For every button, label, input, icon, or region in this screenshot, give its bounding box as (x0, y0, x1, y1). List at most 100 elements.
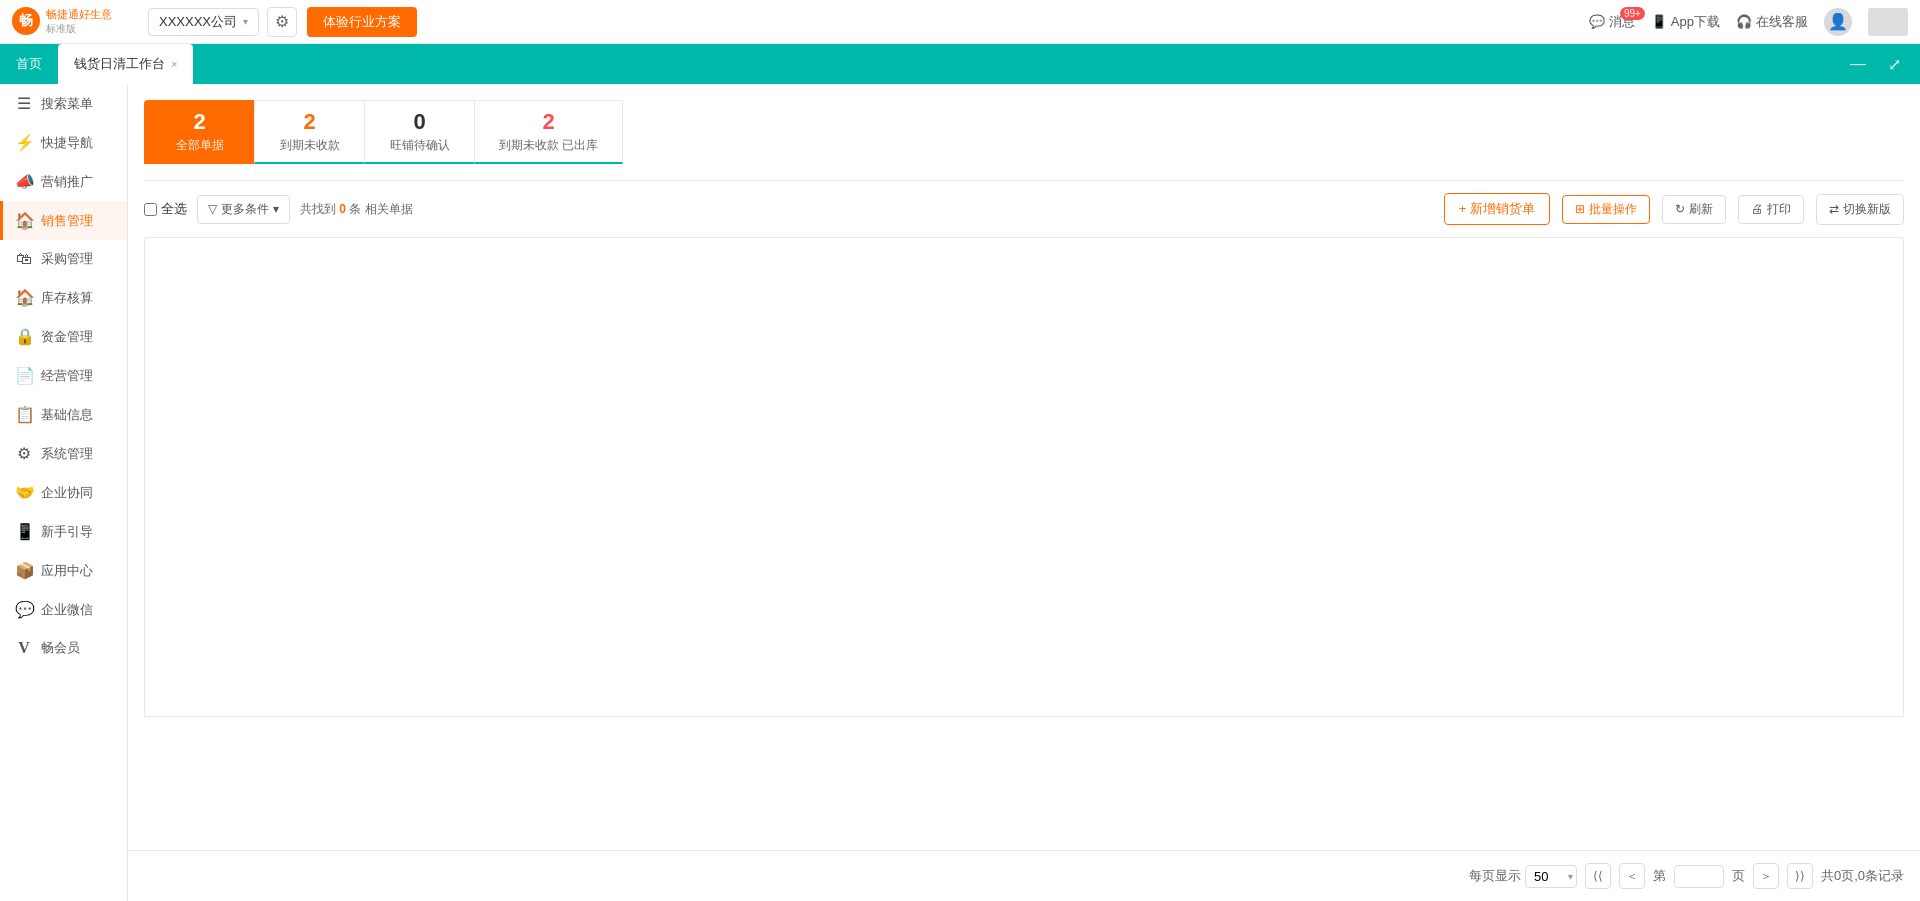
page-next-button[interactable]: ＞ (1753, 863, 1779, 889)
tab-home-label: 首页 (16, 55, 42, 73)
tab-right-actions: — ⤢ (1844, 50, 1920, 78)
select-all-checkbox[interactable]: 全选 (144, 200, 187, 218)
related-label: 相关单据 (365, 202, 413, 216)
status-tab-wangpu-count: 0 (413, 109, 425, 135)
toolbar-right: + 新增销货单 ⊞ 批量操作 ↻ 刷新 🖨 打印 ⇄ 切换新版 (1444, 193, 1904, 225)
filter-dropdown-icon: ▾ (273, 202, 279, 216)
finance-icon: 🔒 (15, 327, 33, 346)
select-all-input[interactable] (144, 203, 157, 216)
sidebar-label-basic-info: 基础信息 (41, 406, 93, 424)
sidebar-label-purchase: 采购管理 (41, 250, 93, 268)
sidebar-item-finance[interactable]: 🔒 资金管理 (0, 317, 127, 356)
company-name: XXXXXX公司 (159, 13, 237, 31)
settings-button[interactable]: ⚙ (267, 7, 297, 37)
sidebar-label-guide: 新手引导 (41, 523, 93, 541)
refresh-button[interactable]: ↻ 刷新 (1662, 195, 1726, 224)
sidebar-item-quick-nav[interactable]: ⚡ 快捷导航 (0, 123, 127, 162)
sidebar-item-purchase[interactable]: 🛍 采购管理 (0, 240, 127, 278)
tab-home[interactable]: 首页 (0, 44, 58, 84)
total-records-label: 共0页,0条记录 (1821, 867, 1904, 885)
select-all-label: 全选 (161, 200, 187, 218)
marketing-icon: 📣 (15, 172, 33, 191)
add-sale-button[interactable]: + 新增销货单 (1444, 193, 1550, 225)
sidebar-item-inventory[interactable]: 🏠 库存核算 (0, 278, 127, 317)
batch-operate-button[interactable]: ⊞ 批量操作 (1562, 195, 1650, 224)
filter-button[interactable]: ▽ 更多条件 ▾ (197, 195, 290, 224)
tab-qhrq[interactable]: 钱货日清工作台 × (58, 44, 193, 84)
status-tab-wangpu-label: 旺铺待确认 (390, 137, 450, 154)
toolbar-left: 全选 ▽ 更多条件 ▾ 共找到 0 条 相关单据 (144, 195, 1434, 224)
sidebar-label-finance: 资金管理 (41, 328, 93, 346)
sidebar-item-basic-info[interactable]: 📋 基础信息 (0, 395, 127, 434)
page-last-button[interactable]: ⟩⟩ (1787, 863, 1813, 889)
separator (144, 180, 1904, 181)
sidebar-item-search-menu[interactable]: ☰ 搜索菜单 (0, 84, 127, 123)
sidebar-label-member: 畅会员 (41, 639, 80, 657)
sidebar-item-enterprise-wechat[interactable]: 💬 企业微信 (0, 590, 127, 629)
per-page-label: 每页显示 (1469, 867, 1521, 885)
sidebar-item-cooperation[interactable]: 🤝 企业协同 (0, 473, 127, 512)
guide-icon: 📱 (15, 522, 33, 541)
online-service-button[interactable]: 🎧 在线客服 (1736, 13, 1808, 31)
message-badge: 99+ (1620, 7, 1645, 20)
switch-label: 切换新版 (1843, 201, 1891, 218)
app-download-button[interactable]: 📱 App下载 (1651, 13, 1720, 31)
header-right: 💬 消息 99+ 📱 App下载 🎧 在线客服 👤 (1589, 8, 1908, 36)
pagination-bar: 每页显示 50 100 200 ⟨⟨ ＜ 第 1 页 ＞ ⟩⟩ 共0页,0条记录 (128, 850, 1920, 901)
app-center-icon: 📦 (15, 561, 33, 580)
filter-label: 更多条件 (221, 201, 269, 218)
sidebar-item-guide[interactable]: 📱 新手引导 (0, 512, 127, 551)
per-page-select[interactable]: 50 100 200 (1525, 865, 1577, 888)
gear-icon: ⚙ (275, 12, 289, 31)
tab-minimize-button[interactable]: — (1844, 50, 1872, 78)
page-number-input[interactable]: 1 (1674, 865, 1724, 888)
print-icon: 🖨 (1751, 202, 1763, 216)
found-text: 共找到 0 条 相关单据 (300, 201, 413, 218)
member-icon: V (15, 639, 33, 657)
tab-close-icon[interactable]: × (171, 58, 177, 70)
sidebar-label-inventory: 库存核算 (41, 289, 93, 307)
status-tab-all[interactable]: 2 全部单据 (144, 100, 254, 164)
headset-icon: 🎧 (1736, 14, 1752, 29)
page-prev-button[interactable]: ＜ (1619, 863, 1645, 889)
experience-button[interactable]: 体验行业方案 (307, 7, 417, 37)
sidebar-item-sales[interactable]: 🏠 销售管理 (0, 201, 127, 240)
inventory-icon: 🏠 (15, 288, 33, 307)
sidebar-label-cooperation: 企业协同 (41, 484, 93, 502)
sidebar-item-app-center[interactable]: 📦 应用中心 (0, 551, 127, 590)
status-tab-overdue-label: 到期未收款 (280, 137, 340, 154)
status-tab-all-label: 全部单据 (176, 137, 224, 154)
page-prev-icon: ＜ (1626, 868, 1638, 885)
refresh-label: 刷新 (1689, 201, 1713, 218)
filter-icon: ▽ (208, 202, 217, 216)
basic-info-icon: 📋 (15, 405, 33, 424)
content-inner: 2 全部单据 2 到期未收款 0 旺铺待确认 2 到期未收款 已出库 全 (128, 84, 1920, 901)
print-button[interactable]: 🖨 打印 (1738, 195, 1804, 224)
status-tab-shipped-label: 到期未收款 已出库 (499, 137, 598, 154)
status-tab-shipped[interactable]: 2 到期未收款 已出库 (474, 100, 623, 164)
app-download-icon: 📱 (1651, 14, 1667, 29)
message-button[interactable]: 💬 消息 99+ (1589, 13, 1635, 31)
company-selector[interactable]: XXXXXX公司 ▾ (148, 8, 259, 36)
status-tab-all-count: 2 (193, 109, 205, 135)
tab-maximize-button[interactable]: ⤢ (1880, 50, 1908, 78)
sidebar-item-system[interactable]: ⚙ 系统管理 (0, 434, 127, 473)
sidebar-label-marketing: 营销推广 (41, 173, 93, 191)
page-first-button[interactable]: ⟨⟨ (1585, 863, 1611, 889)
sidebar-item-member[interactable]: V 畅会员 (0, 629, 127, 667)
status-tab-overdue[interactable]: 2 到期未收款 (254, 100, 364, 164)
logo-area: 畅 畅捷通好生意 标准版 (12, 7, 140, 35)
page-last-icon: ⟩⟩ (1795, 869, 1805, 883)
switch-version-button[interactable]: ⇄ 切换新版 (1816, 194, 1904, 225)
sidebar-item-marketing[interactable]: 📣 营销推广 (0, 162, 127, 201)
sidebar-item-operations[interactable]: 📄 经营管理 (0, 356, 127, 395)
avatar[interactable]: 👤 (1824, 8, 1852, 36)
status-tab-shipped-count: 2 (543, 109, 555, 135)
refresh-icon: ↻ (1675, 202, 1685, 216)
logo-badge: 标准版 (46, 22, 112, 36)
main-content: 2 全部单据 2 到期未收款 0 旺铺待确认 2 到期未收款 已出库 全 (128, 84, 1920, 901)
tab-qhrq-label: 钱货日清工作台 (74, 55, 165, 73)
logo-text: 畅捷通好生意 (46, 7, 112, 21)
tab-bar: 首页 钱货日清工作台 × — ⤢ (0, 44, 1920, 84)
status-tab-wangpu[interactable]: 0 旺铺待确认 (364, 100, 474, 164)
